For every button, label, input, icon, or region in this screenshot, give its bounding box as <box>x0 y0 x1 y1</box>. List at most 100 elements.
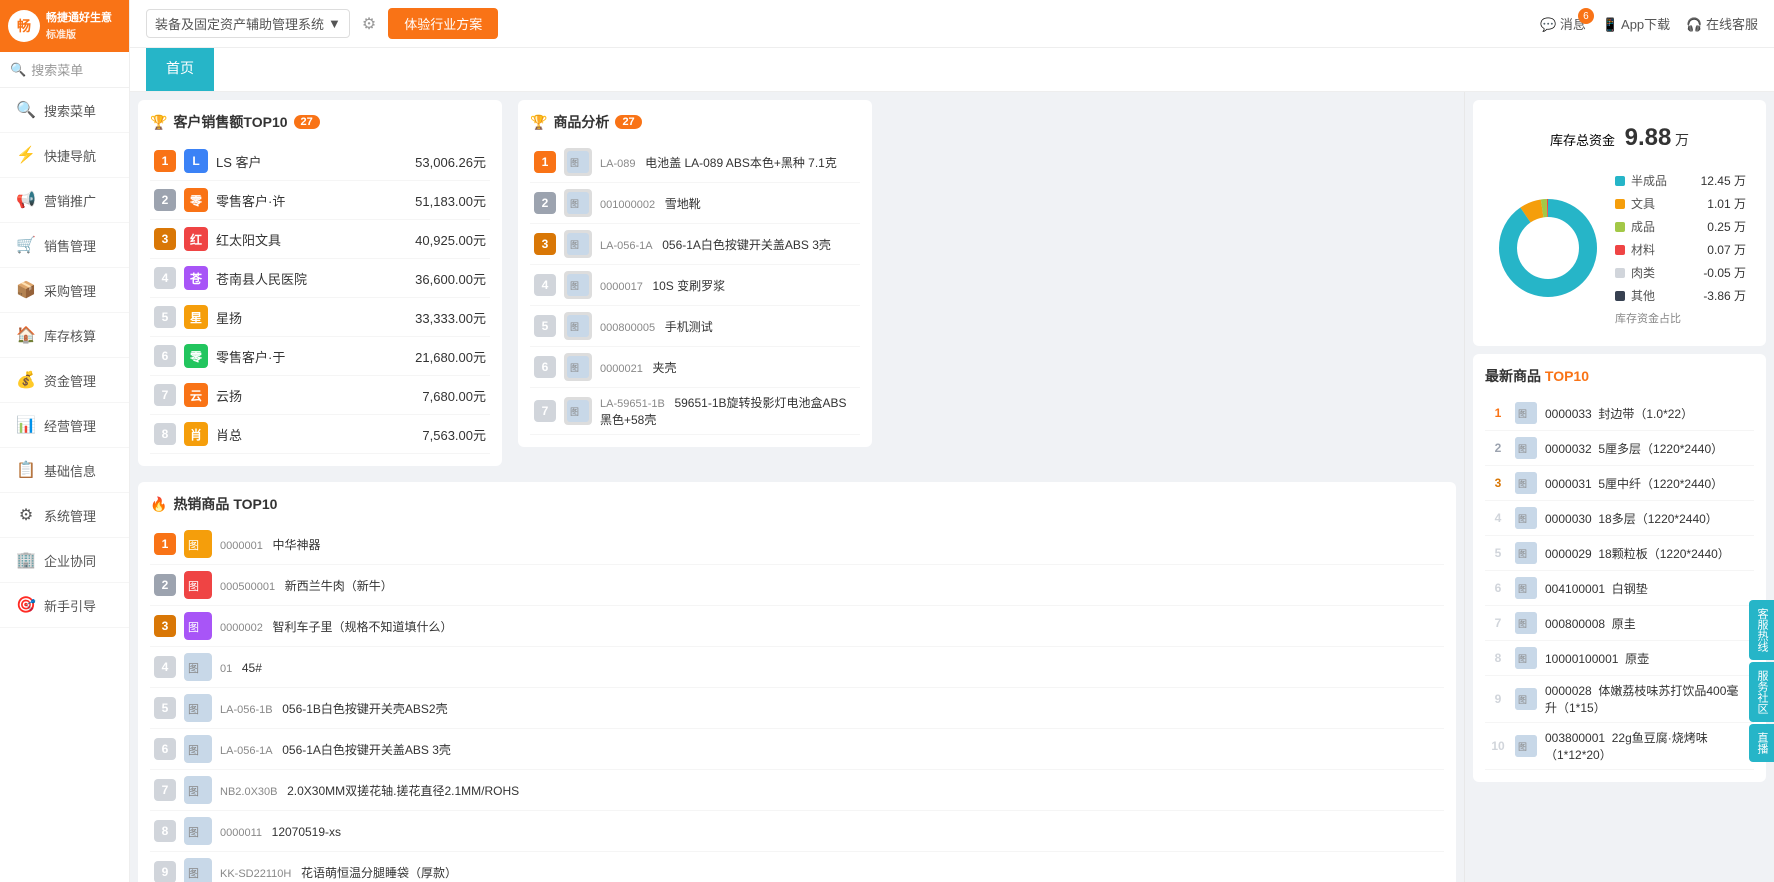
customer-name: 零售客户·许 <box>216 191 407 210</box>
rank-number: 3 <box>534 233 556 255</box>
product-name: 雪地靴 <box>665 197 701 211</box>
content-area: 🏆 客户销售额TOP10 27 1 L LS 客户 53,006.26元 2 零… <box>130 92 1774 882</box>
svg-text:图: 图 <box>188 826 199 839</box>
live-btn[interactable]: 直播 <box>1749 724 1774 762</box>
search-menu[interactable]: 🔍 搜索菜单 <box>0 52 129 88</box>
sidebar-item-guide[interactable]: 🎯新手引导 <box>0 583 129 628</box>
product-info: 0000002 智利车子里（规格不知道填什么） <box>220 618 1440 635</box>
product-image: 图 <box>184 858 212 882</box>
customer-rank-item: 7 云 云扬 7,680.00元 <box>150 376 490 415</box>
product-code: 0000011 <box>220 827 262 839</box>
menu-icon-sales: 🛒 <box>16 235 36 255</box>
newest-rank: 2 <box>1489 441 1507 455</box>
app-subtitle: 标准版 <box>46 26 112 41</box>
legend-item: 其他 -3.86 万 <box>1615 287 1746 304</box>
product-image: 图 <box>564 312 592 340</box>
sidebar-item-quick-nav[interactable]: ⚡快捷导航 <box>0 133 129 178</box>
product-code: LA-056-1A <box>600 240 653 252</box>
topbar-right: 💬 消息 6 📱 App下载 🎧 在线客服 <box>1540 14 1758 33</box>
rank-number: 6 <box>534 356 556 378</box>
newest-product-info: 0000028 体嫩荔枝味苏打饮品400毫升（1*15） <box>1545 682 1750 716</box>
product-image: 图 <box>184 653 212 681</box>
sidebar-item-inventory[interactable]: 🏠库存核算 <box>0 313 129 358</box>
online-service-label: 在线客服 <box>1706 17 1758 32</box>
product-code: 01 <box>220 663 232 675</box>
legend-label: 其他 <box>1631 287 1697 304</box>
sidebar-item-sales[interactable]: 🛒销售管理 <box>0 223 129 268</box>
rank-number: 1 <box>154 150 176 172</box>
messages-button[interactable]: 💬 消息 6 <box>1540 14 1586 33</box>
newest-product-info: 0000032 5厘多层（1220*2440） <box>1545 440 1750 457</box>
inventory-legend: 半成品 12.45 万 文具 1.01 万 成品 0.25 万 材料 0.07 … <box>1615 172 1746 326</box>
trial-button[interactable]: 体验行业方案 <box>388 8 498 39</box>
legend-dot <box>1615 199 1625 209</box>
customer-avatar: 肖 <box>184 422 208 446</box>
rank-number: 6 <box>154 345 176 367</box>
sidebar-item-marketing[interactable]: 📢营销推广 <box>0 178 129 223</box>
menu-icon-enterprise: 🏢 <box>16 550 36 570</box>
sidebar: 畅 畅捷通好生意 标准版 🔍 搜索菜单 🔍搜索菜单⚡快捷导航📢营销推广🛒销售管理… <box>0 0 130 882</box>
sidebar-item-operations[interactable]: 📊经营管理 <box>0 403 129 448</box>
settings-icon[interactable]: ⚙ <box>362 14 376 34</box>
product-scroll-item: 4 图 0000017 10S 变刷罗浆 <box>530 265 860 306</box>
sidebar-item-system[interactable]: ⚙系统管理 <box>0 493 129 538</box>
customer-name: LS 客户 <box>216 152 407 171</box>
product-code: LA-056-1B <box>220 704 273 716</box>
community-btn[interactable]: 服务社区 <box>1749 662 1774 722</box>
newest-rank: 5 <box>1489 546 1507 560</box>
svg-text:图: 图 <box>1518 479 1527 489</box>
float-service: 客服热线 服务社区 直播 <box>1749 600 1774 762</box>
newest-rank: 1 <box>1489 406 1507 420</box>
customer-amount: 7,680.00元 <box>422 386 486 405</box>
sidebar-item-enterprise[interactable]: 🏢企业协同 <box>0 538 129 583</box>
svg-text:图: 图 <box>188 744 199 757</box>
fire-icon: 🔥 <box>150 496 167 513</box>
sidebar-item-purchase[interactable]: 📦采购管理 <box>0 268 129 313</box>
newest-rank: 7 <box>1489 616 1507 630</box>
product-name: 2.0X30MM双搓花轴.搓花直径2.1MM/ROHS <box>287 784 519 798</box>
product-name: 056-1A白色按键开关盖ABS 3壳 <box>662 238 831 252</box>
sidebar-menu: 🔍搜索菜单⚡快捷导航📢营销推广🛒销售管理📦采购管理🏠库存核算💰资金管理📊经营管理… <box>0 88 129 628</box>
svg-text:图: 图 <box>188 539 199 552</box>
newest-product-image: 图 <box>1515 577 1537 599</box>
newest-product-item: 7 图 000800008 原圭 <box>1485 606 1754 641</box>
product-name: 夹壳 <box>652 361 676 375</box>
product-image: 图 <box>564 148 592 176</box>
product-name: 中华神器 <box>272 538 320 552</box>
sidebar-item-basic-info[interactable]: 📋基础信息 <box>0 448 129 493</box>
main-panel: 🏆 客户销售额TOP10 27 1 L LS 客户 53,006.26元 2 零… <box>130 92 1464 882</box>
customer-name: 零售客户·于 <box>216 347 407 366</box>
newest-product-item: 10 图 003800001 22g鱼豆腐·烧烤味（1*12*20） <box>1485 723 1754 770</box>
customer-avatar: 星 <box>184 305 208 329</box>
system-selector[interactable]: 装备及固定资产辅助管理系统 ▼ <box>146 9 350 38</box>
newest-product-info: 0000033 封边带（1.0*22） <box>1545 405 1750 422</box>
newest-product-item: 5 图 0000029 18颗粒板（1220*2440） <box>1485 536 1754 571</box>
rank-number: 2 <box>154 574 176 596</box>
product-code: KK-SD22110H <box>220 868 291 880</box>
menu-label-inventory: 库存核算 <box>44 326 96 345</box>
legend-value: -0.05 万 <box>1703 264 1746 281</box>
svg-text:图: 图 <box>1518 584 1527 594</box>
app-download-button[interactable]: 📱 App下载 <box>1602 14 1670 33</box>
customer-ranking-card: 🏆 客户销售额TOP10 27 1 L LS 客户 53,006.26元 2 零… <box>138 100 502 466</box>
menu-icon-purchase: 📦 <box>16 280 36 300</box>
sidebar-item-search[interactable]: 🔍搜索菜单 <box>0 88 129 133</box>
customer-service-btn[interactable]: 客服热线 <box>1749 600 1774 660</box>
rank-number: 1 <box>154 533 176 555</box>
product-name: 新西兰牛肉（新牛） <box>285 579 393 593</box>
online-service-button[interactable]: 🎧 在线客服 <box>1686 14 1758 33</box>
newest-product-info: 000800008 原圭 <box>1545 615 1750 632</box>
newest-product-info: 003800001 22g鱼豆腐·烧烤味（1*12*20） <box>1545 729 1750 763</box>
svg-text:图: 图 <box>188 867 199 880</box>
legend-item: 文具 1.01 万 <box>1615 195 1746 212</box>
donut-chart-wrap: 半成品 12.45 万 文具 1.01 万 成品 0.25 万 材料 0.07 … <box>1485 164 1754 334</box>
tab-home[interactable]: 首页 <box>146 48 214 91</box>
product-image: 图 <box>564 230 592 258</box>
customer-avatar: 苍 <box>184 266 208 290</box>
product-name: 056-1B白色按键开关壳ABS2壳 <box>282 702 447 716</box>
sidebar-item-finance[interactable]: 💰资金管理 <box>0 358 129 403</box>
svg-text:图: 图 <box>1518 514 1527 524</box>
legend-value: 0.07 万 <box>1707 241 1746 258</box>
product-code: 001000002 <box>600 199 655 211</box>
product-name: 电池盖 LA-089 ABS本色+黑种 7.1克 <box>645 156 837 170</box>
